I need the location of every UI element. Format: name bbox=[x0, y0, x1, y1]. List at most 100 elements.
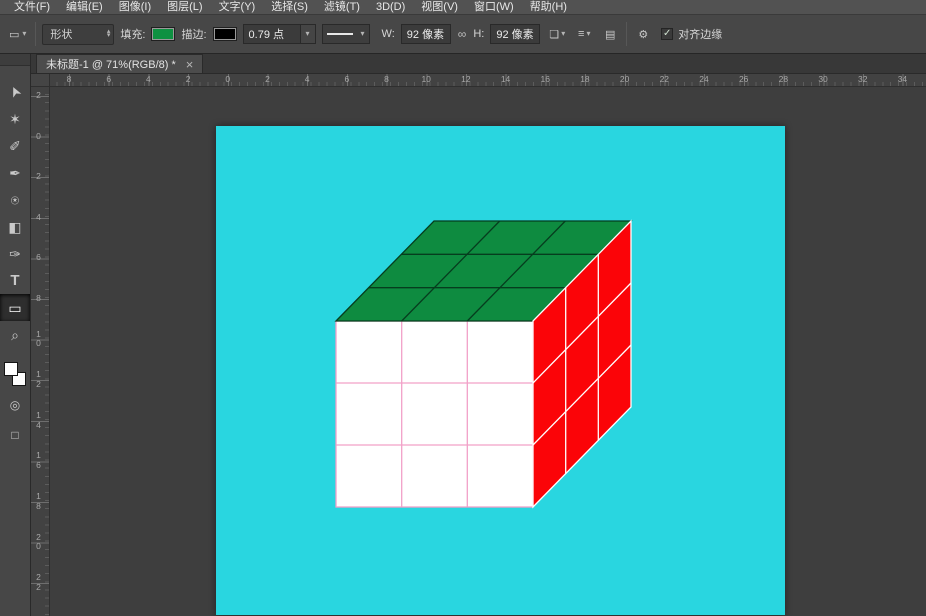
rectangle-tool[interactable]: ▭ bbox=[0, 294, 30, 321]
gradient-tool[interactable]: ◧ bbox=[0, 213, 30, 240]
stroke-width-field[interactable]: 0.79 点 bbox=[243, 24, 301, 44]
ruler-tick: 2 bbox=[267, 74, 307, 86]
ruler-number: 0 bbox=[35, 132, 42, 142]
menu-item[interactable]: 滤镜(T) bbox=[316, 0, 368, 14]
pen-tool[interactable]: ✑ bbox=[0, 240, 30, 267]
tool-glyph: ✶ bbox=[9, 112, 21, 126]
foreground-color-swatch[interactable] bbox=[4, 362, 18, 376]
brush-tool[interactable]: ✒ bbox=[0, 159, 30, 186]
fill-color-swatch[interactable] bbox=[151, 27, 175, 41]
ruler-tick: 8 bbox=[69, 74, 109, 86]
screen-mode-button[interactable]: □ bbox=[0, 424, 30, 446]
height-field[interactable]: 92 像素 bbox=[490, 24, 540, 44]
document-canvas[interactable] bbox=[216, 126, 785, 615]
tools-panel: ➤ ✶ ✐ ✒ ⍟ bbox=[0, 54, 31, 616]
ruler-number: 20 bbox=[620, 75, 629, 84]
ruler-number: 20 bbox=[35, 533, 42, 553]
tool-glyph: ✑ bbox=[9, 247, 21, 261]
checkbox-icon: ✓ bbox=[661, 28, 673, 40]
ruler-tick: 4 bbox=[148, 74, 188, 86]
ruler-number: 10 bbox=[421, 75, 430, 84]
panel-grip[interactable] bbox=[0, 54, 30, 66]
ruler-number: 8 bbox=[384, 75, 389, 84]
document-tab[interactable]: 未标题-1 @ 71%(RGB/8) * × bbox=[36, 54, 203, 73]
tool-options-bar: ▭ ▾ 形状 ▴ ▾ 填充: 描边: 0.79 点 ▾ ▾ W: bbox=[0, 15, 926, 54]
tool-glyph: ✒ bbox=[9, 166, 21, 180]
ruler-number: 22 bbox=[35, 573, 42, 593]
ruler-tick: 28 bbox=[783, 74, 823, 86]
menu-item[interactable]: 文字(Y) bbox=[211, 0, 264, 14]
align-edges-checkbox[interactable]: ✓ 对齐边缘 bbox=[661, 26, 722, 42]
height-value: 92 像素 bbox=[496, 26, 533, 42]
ruler-number: 4 bbox=[146, 75, 151, 84]
stroke-color-swatch[interactable] bbox=[213, 27, 237, 41]
clone-stamp-tool[interactable]: ⍟ bbox=[0, 186, 30, 213]
tool-mode-value: 形状 bbox=[50, 26, 72, 42]
ruler-number: 8 bbox=[35, 294, 42, 304]
width-label: W: bbox=[382, 28, 395, 40]
menu-item[interactable]: 3D(D) bbox=[368, 0, 413, 14]
separator bbox=[35, 22, 36, 46]
tool-preset-picker[interactable]: ▭ ▾ bbox=[6, 26, 29, 43]
zoom-tool[interactable]: ⌕ bbox=[0, 321, 30, 348]
stroke-style-select[interactable]: ▾ bbox=[322, 24, 370, 44]
width-value: 92 像素 bbox=[407, 26, 444, 42]
ruler-tick: 30 bbox=[823, 74, 863, 86]
photoshop-window: 文件(F) 编辑(E) 图像(I) 图层(L) 文字(Y) 选择(S) 滤镜(T… bbox=[0, 0, 926, 616]
path-operations-button[interactable]: ❏ ▾ bbox=[546, 23, 568, 45]
quick-mask-button[interactable]: ◎ bbox=[0, 394, 30, 416]
document-tab-title: 未标题-1 @ 71%(RGB/8) * bbox=[46, 56, 176, 72]
geometry-options-button[interactable]: ⚙ bbox=[633, 23, 653, 45]
stroke-label: 描边: bbox=[181, 26, 206, 42]
ruler-tick: 14 bbox=[506, 74, 546, 86]
menu-item[interactable]: 帮助(H) bbox=[522, 0, 575, 14]
separator bbox=[626, 22, 627, 46]
menu-item[interactable]: 图像(I) bbox=[111, 0, 159, 14]
eyedropper-tool[interactable]: ✐ bbox=[0, 132, 30, 159]
tool-mode-select[interactable]: 形状 ▴ ▾ bbox=[42, 24, 114, 45]
close-tab-icon[interactable]: × bbox=[186, 58, 194, 71]
magic-wand-tool[interactable]: ✶ bbox=[0, 105, 30, 132]
tool-glyph: ⌕ bbox=[11, 328, 19, 342]
chevron-down-icon: ▾ bbox=[306, 30, 310, 38]
ruler-tick: 32 bbox=[863, 74, 903, 86]
menu-item[interactable]: 文件(F) bbox=[6, 0, 58, 14]
tool-glyph: ⍟ bbox=[11, 193, 19, 207]
ruler-origin-corner[interactable] bbox=[31, 74, 50, 87]
chevron-down-icon: ▾ bbox=[586, 30, 590, 38]
ruler-row: 8 6 4 2 bbox=[31, 74, 926, 87]
rubiks-cube-shape bbox=[216, 126, 785, 615]
menu-item[interactable]: 编辑(E) bbox=[58, 0, 111, 14]
type-tool[interactable]: T bbox=[0, 267, 30, 294]
screen-mode-icon: □ bbox=[11, 428, 18, 442]
width-field[interactable]: 92 像素 bbox=[401, 24, 451, 44]
path-arrange-button[interactable]: ▤ bbox=[600, 23, 620, 45]
document-tab-bar: 未标题-1 @ 71%(RGB/8) * × bbox=[31, 54, 926, 74]
move-tool[interactable]: ➤ bbox=[0, 78, 30, 105]
ruler-number: 16 bbox=[35, 452, 42, 472]
tool-glyph: ✐ bbox=[9, 139, 21, 153]
ruler-number: 2 bbox=[35, 172, 42, 182]
menu-item[interactable]: 选择(S) bbox=[263, 0, 316, 14]
menu-item[interactable]: 窗口(W) bbox=[466, 0, 522, 14]
align-edges-label: 对齐边缘 bbox=[678, 26, 722, 42]
ruler-number: 30 bbox=[818, 75, 827, 84]
canvas-workspace[interactable] bbox=[50, 87, 926, 616]
ruler-tick: 10 bbox=[426, 74, 466, 86]
horizontal-ruler[interactable]: 8 6 4 2 bbox=[50, 74, 926, 87]
ruler-tick: 22 bbox=[31, 583, 49, 616]
ruler-number: 4 bbox=[305, 75, 310, 84]
ruler-tick: 12 bbox=[466, 74, 506, 86]
link-dimensions-icon[interactable]: ∞ bbox=[457, 27, 468, 41]
menu-item[interactable]: 图层(L) bbox=[159, 0, 210, 14]
path-alignment-button[interactable]: ≡ ▾ bbox=[574, 23, 594, 45]
menu-item[interactable]: 视图(V) bbox=[413, 0, 466, 14]
ruler-number: 2 bbox=[265, 75, 270, 84]
ruler-tick: 6 bbox=[347, 74, 387, 86]
stroke-width-dropdown[interactable]: ▾ bbox=[301, 24, 316, 44]
path-operations-icon: ❏ bbox=[549, 28, 559, 41]
vertical-ruler[interactable]: 2 0 2 4 bbox=[31, 87, 50, 616]
ruler-tick: 6 bbox=[109, 74, 149, 86]
ruler-number: 24 bbox=[699, 75, 708, 84]
ruler-number: 6 bbox=[106, 75, 111, 84]
